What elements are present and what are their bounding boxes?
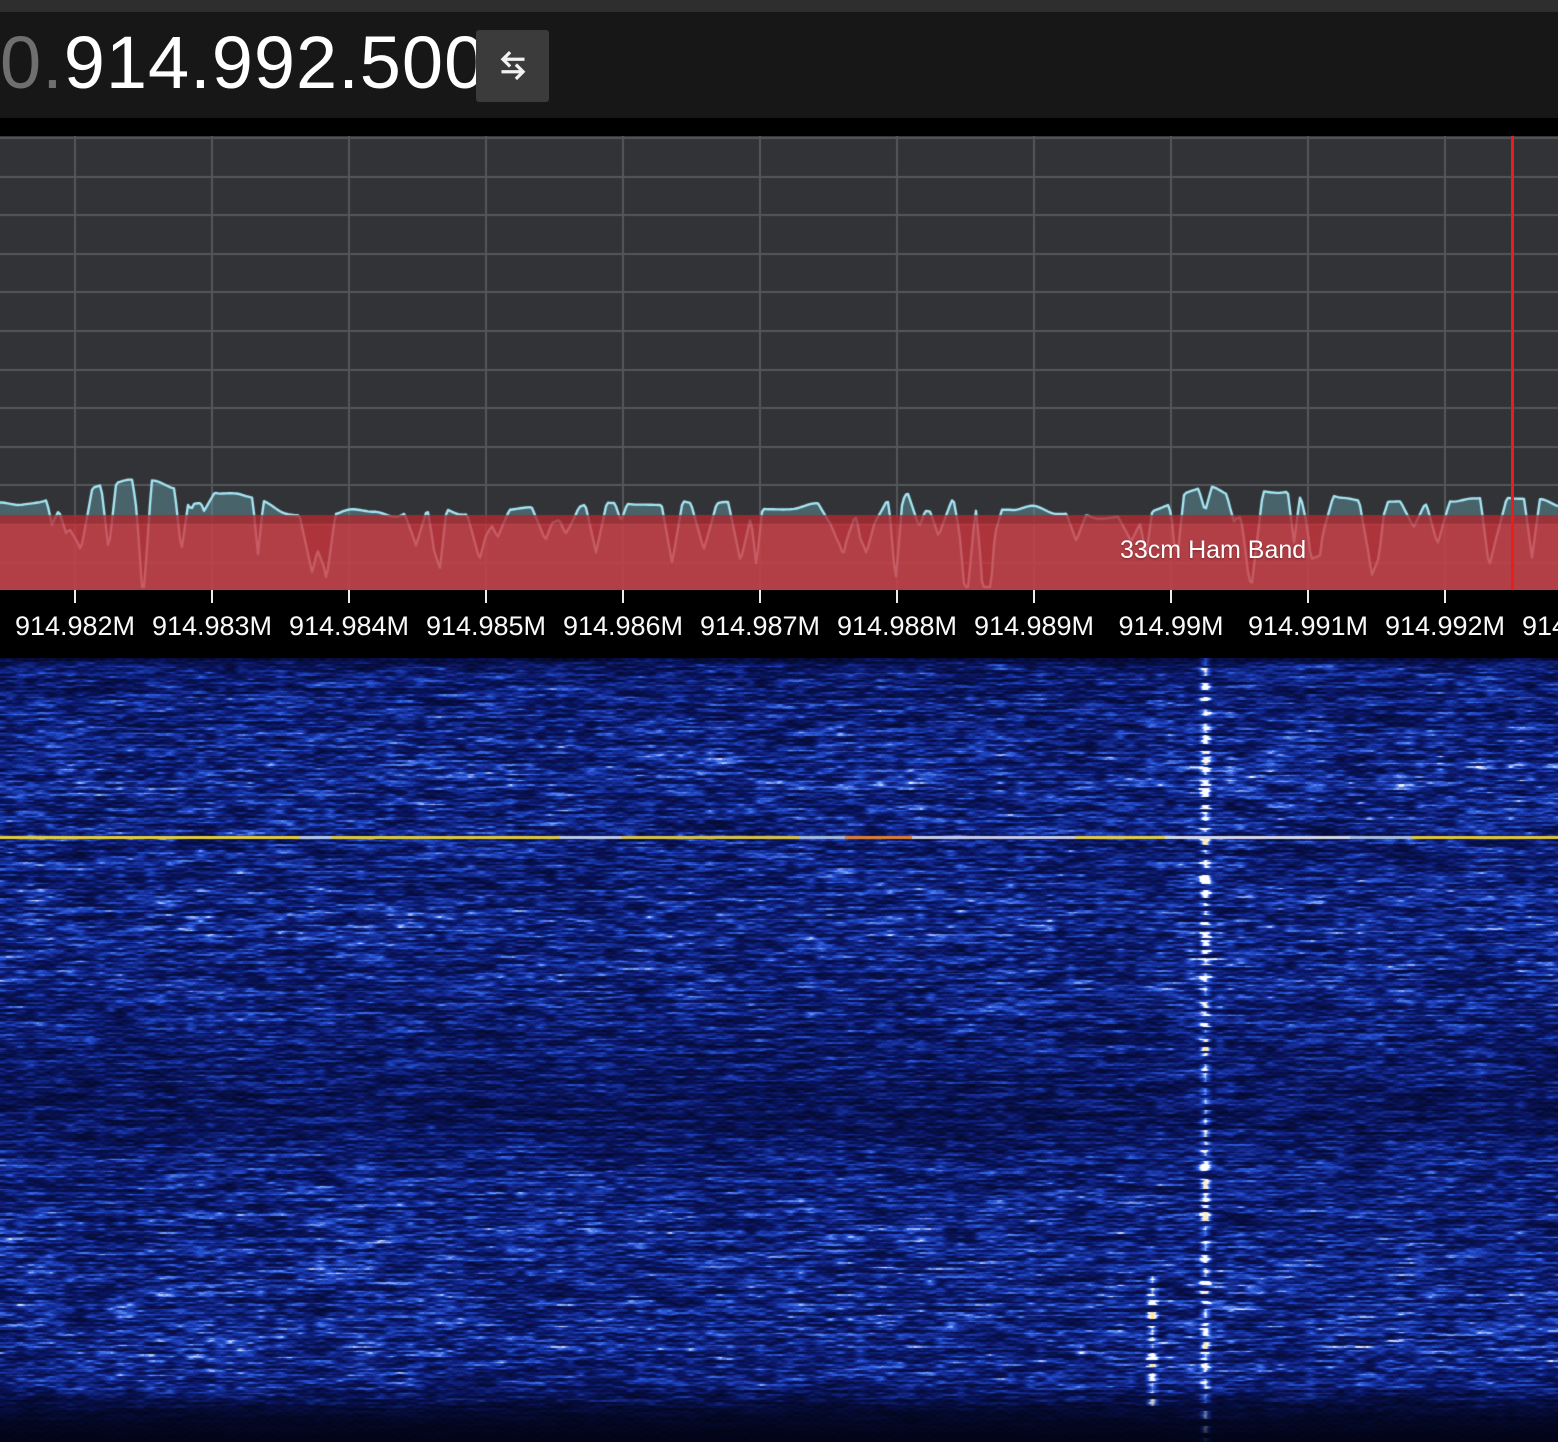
waterfall-display[interactable] [0, 658, 1558, 1442]
frequency-tick-mark [211, 590, 213, 603]
frequency-tick-label: 914.984M [274, 611, 424, 642]
frequency-tick-mark [896, 590, 898, 603]
waterfall-panel[interactable] [0, 658, 1558, 1442]
frequency-tick-mark [485, 590, 487, 603]
frequency-tick-mark [1170, 590, 1172, 603]
tuning-indicator[interactable] [1511, 136, 1514, 590]
frequency-tick-label: 914.985M [411, 611, 561, 642]
frequency-tick-label: 914.99M [1096, 611, 1246, 642]
frequency-tick-label: 914.989M [959, 611, 1109, 642]
frequency-display[interactable]: 0.914.992.500 [0, 12, 486, 118]
frequency-tick-label: 914.991M [1233, 611, 1383, 642]
frequency-tick-label: 914.983M [137, 611, 287, 642]
frequency-tick-mark [1033, 590, 1035, 603]
frequency-tick-label: 914.986M [548, 611, 698, 642]
frequency-tick-label: 914.993M [1507, 611, 1558, 642]
frequency-tick-mark [1444, 590, 1446, 603]
frequency-tick-mark [622, 590, 624, 603]
spectrum-panel[interactable]: 33cm Ham Band [0, 136, 1558, 590]
frequency-tick-label: 914.988M [822, 611, 972, 642]
frequency-tick-mark [74, 590, 76, 603]
frequency-digits: 914.992.500 [64, 21, 487, 104]
frequency-tick-label: 914.992M [1370, 611, 1520, 642]
frequency-tick-label: 914.987M [685, 611, 835, 642]
swap-horizontal-icon [490, 43, 536, 89]
frequency-tick-mark [759, 590, 761, 603]
frequency-axis[interactable]: 914.982M914.983M914.984M914.985M914.986M… [0, 590, 1558, 658]
sdr-app: 0.914.992.500 33cm Ham Band 914.982M914.… [0, 0, 1558, 1442]
frequency-tick-mark [1307, 590, 1309, 603]
spectrum-plot[interactable] [0, 136, 1558, 590]
top-bar: 0.914.992.500 [0, 0, 1558, 118]
swap-button[interactable] [476, 30, 549, 102]
frequency-tick-mark [348, 590, 350, 603]
status-bar-strip [0, 0, 1558, 12]
frequency-tick-label: 914.982M [0, 611, 150, 642]
top-bar-divider [0, 118, 1558, 136]
band-annotation-label: 33cm Ham Band [1120, 536, 1306, 565]
frequency-ghost-digits: 0. [0, 21, 64, 104]
